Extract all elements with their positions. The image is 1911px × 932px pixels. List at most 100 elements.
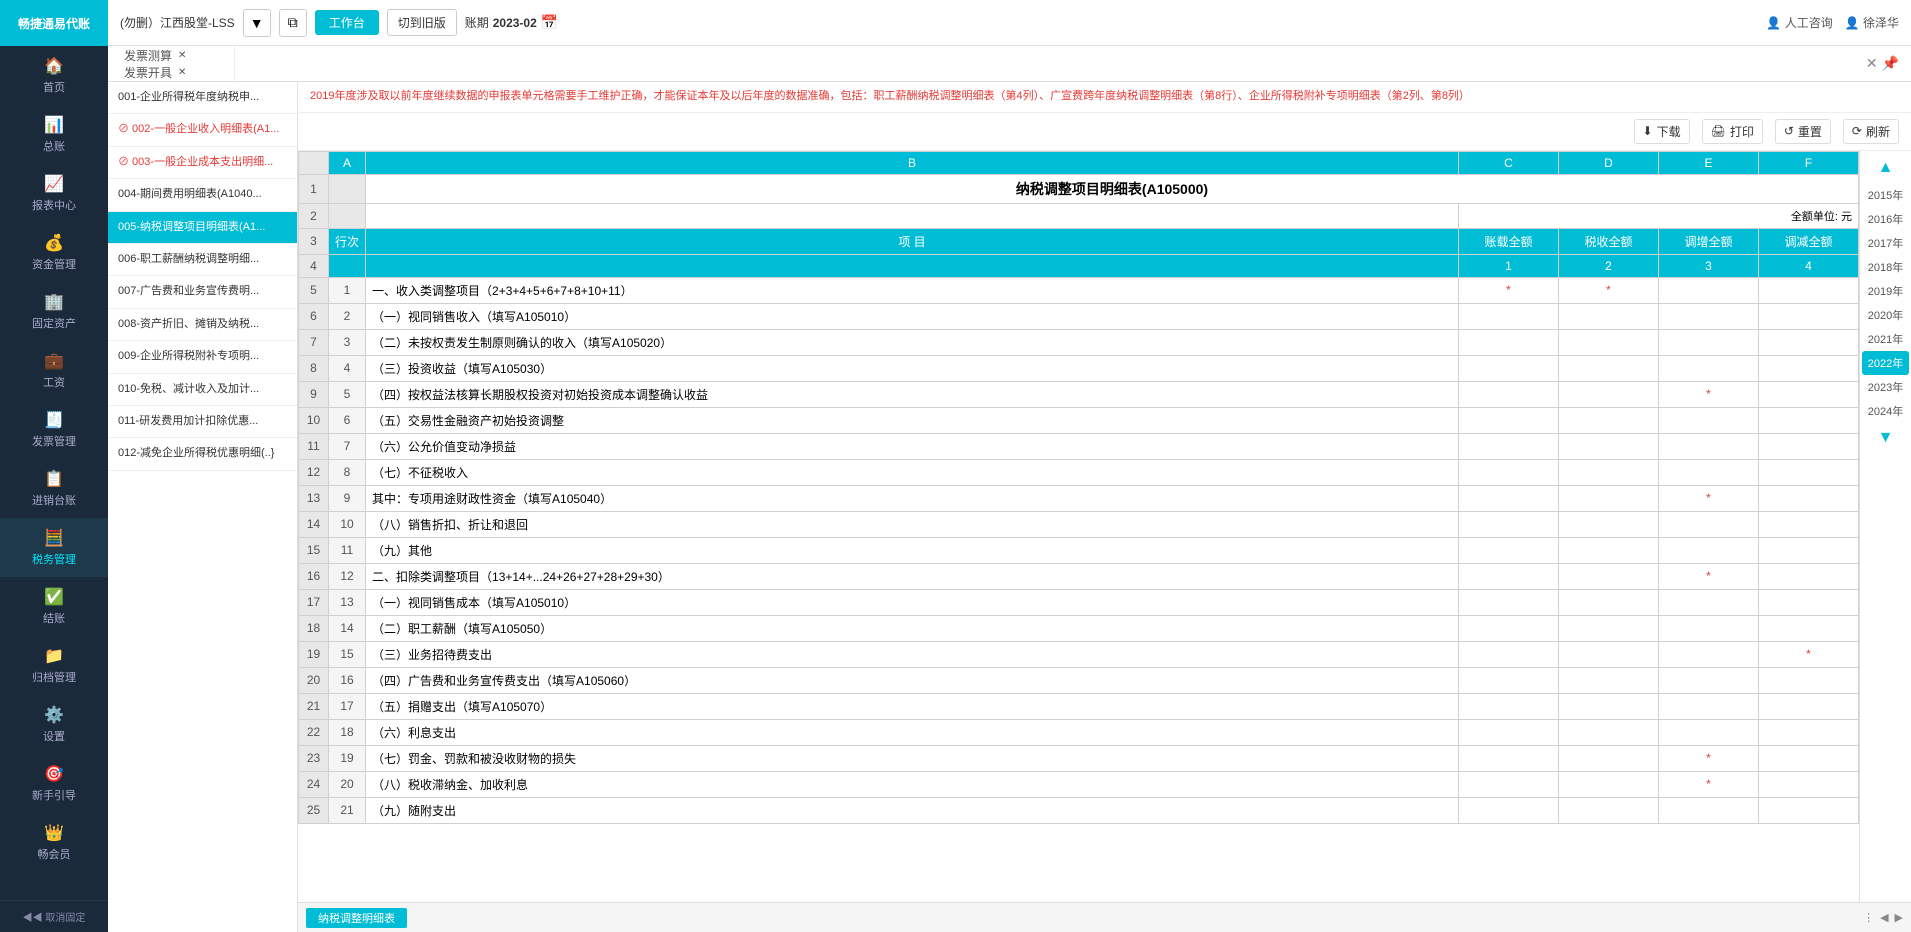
e-cell-0[interactable]: [1659, 277, 1759, 303]
e-cell-18[interactable]: *: [1659, 745, 1759, 771]
sidebar-item-archive[interactable]: 📁归档管理: [0, 636, 108, 695]
e-cell-16[interactable]: [1659, 693, 1759, 719]
table-row[interactable]: 24 20 （八）税收滞纳金、加收利息 *: [299, 771, 1859, 797]
sidebar-item-guide[interactable]: 🎯新手引导: [0, 754, 108, 813]
year-item-2017年[interactable]: 2017年: [1862, 231, 1909, 255]
c-cell-0[interactable]: *: [1459, 277, 1559, 303]
sidebar-item-stock[interactable]: 📋进销台账: [0, 459, 108, 518]
c-cell-7[interactable]: [1459, 459, 1559, 485]
d-cell-16[interactable]: [1559, 693, 1659, 719]
left-panel-item-6[interactable]: 007-广告费和业务宣传费明...: [108, 276, 297, 308]
sidebar-unpin[interactable]: ◀◀ 取消固定: [0, 900, 108, 932]
f-cell-10[interactable]: [1759, 537, 1859, 563]
e-cell-17[interactable]: [1659, 719, 1759, 745]
d-cell-5[interactable]: [1559, 407, 1659, 433]
c-cell-18[interactable]: [1459, 745, 1559, 771]
f-cell-4[interactable]: [1759, 381, 1859, 407]
tab-close-5[interactable]: ✕: [178, 67, 186, 78]
table-row[interactable]: 20 16 （四）广告费和业务宣传费支出（填写A105060）: [299, 667, 1859, 693]
f-cell-5[interactable]: [1759, 407, 1859, 433]
f-cell-18[interactable]: [1759, 745, 1859, 771]
sidebar-item-member[interactable]: 👑畅会员: [0, 813, 108, 872]
c-cell-12[interactable]: [1459, 589, 1559, 615]
e-cell-8[interactable]: *: [1659, 485, 1759, 511]
e-cell-3[interactable]: [1659, 355, 1759, 381]
left-panel-item-7[interactable]: 008-资产折旧、摊销及纳税...: [108, 309, 297, 341]
c-cell-1[interactable]: [1459, 303, 1559, 329]
d-cell-2[interactable]: [1559, 329, 1659, 355]
year-up-icon[interactable]: ▲: [1874, 155, 1898, 181]
tab-4[interactable]: 发票测算✕: [112, 47, 235, 64]
d-cell-20[interactable]: [1559, 797, 1659, 823]
c-cell-5[interactable]: [1459, 407, 1559, 433]
year-item-2021年[interactable]: 2021年: [1862, 327, 1909, 351]
f-cell-7[interactable]: [1759, 459, 1859, 485]
year-item-2019年[interactable]: 2019年: [1862, 279, 1909, 303]
year-item-2020年[interactable]: 2020年: [1862, 303, 1909, 327]
table-row[interactable]: 13 9 其中：专项用途财政性资金（填写A105040） *: [299, 485, 1859, 511]
table-row[interactable]: 16 12 二、扣除类调整项目（13+14+...24+26+27+28+29+…: [299, 563, 1859, 589]
left-panel-item-4[interactable]: 005-纳税调整项目明细表(A1...: [108, 212, 297, 244]
sidebar-item-salary[interactable]: 💼工资: [0, 341, 108, 400]
table-row[interactable]: 8 4 （三）投资收益（填写A105030）: [299, 355, 1859, 381]
sidebar-item-ledger[interactable]: 📊总账: [0, 105, 108, 164]
e-cell-15[interactable]: [1659, 667, 1759, 693]
table-row[interactable]: 14 10 （八）销售折扣、折让和退回: [299, 511, 1859, 537]
d-cell-4[interactable]: [1559, 381, 1659, 407]
f-cell-17[interactable]: [1759, 719, 1859, 745]
f-cell-8[interactable]: [1759, 485, 1859, 511]
work-desk-button[interactable]: 工作台: [315, 10, 379, 35]
table-row[interactable]: 12 8 （七）不征税收入: [299, 459, 1859, 485]
left-panel-item-2[interactable]: ⊘ 003-一般企业成本支出明细...: [108, 147, 297, 179]
print-button[interactable]: 🖨 打印: [1702, 119, 1763, 144]
tab-close-4[interactable]: ✕: [178, 50, 186, 61]
e-cell-6[interactable]: [1659, 433, 1759, 459]
c-cell-14[interactable]: [1459, 641, 1559, 667]
sidebar-item-assets[interactable]: 🏢固定资产: [0, 282, 108, 341]
c-cell-8[interactable]: [1459, 485, 1559, 511]
e-cell-14[interactable]: [1659, 641, 1759, 667]
table-row[interactable]: 15 11 （九）其他: [299, 537, 1859, 563]
c-cell-9[interactable]: [1459, 511, 1559, 537]
d-cell-1[interactable]: [1559, 303, 1659, 329]
sidebar-item-home[interactable]: 🏠首页: [0, 46, 108, 105]
calendar-icon[interactable]: 📅: [541, 14, 558, 31]
d-cell-12[interactable]: [1559, 589, 1659, 615]
table-row[interactable]: 23 19 （七）罚金、罚款和被没收财物的损失 *: [299, 745, 1859, 771]
refresh-button[interactable]: ⟳ 刷新: [1843, 119, 1899, 144]
left-panel-item-9[interactable]: 010-免税、减计收入及加计...: [108, 374, 297, 406]
table-row[interactable]: 6 2 （一）视同销售收入（填写A105010）: [299, 303, 1859, 329]
e-cell-9[interactable]: [1659, 511, 1759, 537]
sidebar-item-reports[interactable]: 📈报表中心: [0, 164, 108, 223]
d-cell-9[interactable]: [1559, 511, 1659, 537]
c-cell-16[interactable]: [1459, 693, 1559, 719]
f-cell-16[interactable]: [1759, 693, 1859, 719]
f-cell-3[interactable]: [1759, 355, 1859, 381]
year-item-2022年[interactable]: 2022年: [1862, 351, 1909, 375]
c-cell-20[interactable]: [1459, 797, 1559, 823]
close-all-button[interactable]: ✕: [1866, 55, 1878, 72]
e-cell-10[interactable]: [1659, 537, 1759, 563]
d-cell-13[interactable]: [1559, 615, 1659, 641]
f-cell-0[interactable]: [1759, 277, 1859, 303]
e-cell-11[interactable]: *: [1659, 563, 1759, 589]
sheet-tab[interactable]: 纳税调整明细表: [306, 908, 407, 928]
table-row[interactable]: 25 21 （九）随附支出: [299, 797, 1859, 823]
table-row[interactable]: 17 13 （一）视同销售成本（填写A105010）: [299, 589, 1859, 615]
table-wrap[interactable]: A B C D E F 1 纳税调整项目明细表(A105000)2 全额单位: …: [298, 151, 1859, 902]
f-cell-15[interactable]: [1759, 667, 1859, 693]
d-cell-10[interactable]: [1559, 537, 1659, 563]
d-cell-0[interactable]: *: [1559, 277, 1659, 303]
e-cell-4[interactable]: *: [1659, 381, 1759, 407]
sidebar-item-close[interactable]: ✅结账: [0, 577, 108, 636]
c-cell-15[interactable]: [1459, 667, 1559, 693]
scroll-bar-right[interactable]: ▶: [1895, 911, 1903, 924]
c-cell-11[interactable]: [1459, 563, 1559, 589]
scroll-bar-left[interactable]: ◀: [1880, 911, 1888, 924]
left-panel-item-10[interactable]: 011-研发费用加计扣除优惠...: [108, 406, 297, 438]
d-cell-19[interactable]: [1559, 771, 1659, 797]
d-cell-15[interactable]: [1559, 667, 1659, 693]
d-cell-6[interactable]: [1559, 433, 1659, 459]
e-cell-13[interactable]: [1659, 615, 1759, 641]
c-cell-13[interactable]: [1459, 615, 1559, 641]
